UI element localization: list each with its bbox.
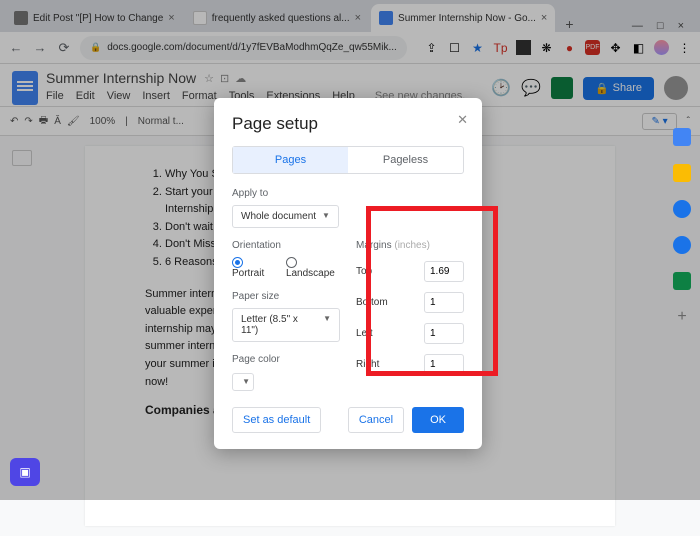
margin-left-input[interactable] xyxy=(424,323,464,344)
page-color-label: Page color xyxy=(232,354,340,365)
contacts-icon[interactable] xyxy=(673,236,691,254)
apply-to-select[interactable]: Whole document ▼ xyxy=(232,205,339,228)
tasks-icon[interactable] xyxy=(673,200,691,218)
calendar-icon[interactable] xyxy=(673,128,691,146)
maps-icon[interactable] xyxy=(673,272,691,290)
side-panel: + xyxy=(668,128,696,326)
tab-pages[interactable]: Pages xyxy=(233,147,348,173)
chevron-down-icon: ▼ xyxy=(242,377,250,386)
margin-bottom-label: Bottom xyxy=(356,297,388,308)
page-color-select[interactable]: ▼ xyxy=(232,373,254,391)
margin-bottom-input[interactable] xyxy=(424,292,464,313)
margin-top-label: Top xyxy=(356,266,372,277)
meet-fab-icon[interactable]: ▣ xyxy=(10,458,40,486)
orientation-landscape[interactable]: Landscape xyxy=(286,257,340,279)
cancel-button[interactable]: Cancel xyxy=(348,407,404,433)
orientation-portrait[interactable]: Portrait xyxy=(232,257,272,279)
margin-left-label: Left xyxy=(356,328,373,339)
margin-top-input[interactable] xyxy=(424,261,464,282)
apply-to-label: Apply to xyxy=(232,188,464,199)
margin-right-label: Right xyxy=(356,359,379,370)
keep-icon[interactable] xyxy=(673,164,691,182)
dialog-title: Page setup xyxy=(232,114,464,134)
ok-button[interactable]: OK xyxy=(412,407,464,433)
paper-size-select[interactable]: Letter (8.5" x 11") ▼ xyxy=(232,308,340,342)
set-default-button[interactable]: Set as default xyxy=(232,407,321,433)
chevron-down-icon: ▼ xyxy=(323,314,331,336)
margins-label: Margins (inches) xyxy=(356,240,464,251)
add-addon-icon[interactable]: + xyxy=(677,308,686,326)
margin-right-input[interactable] xyxy=(424,354,464,375)
orientation-label: Orientation xyxy=(232,240,340,251)
chevron-down-icon: ▼ xyxy=(322,211,330,222)
close-icon[interactable]: ✕ xyxy=(457,112,468,128)
tab-pageless[interactable]: Pageless xyxy=(348,147,463,173)
page-setup-dialog: Page setup ✕ Pages Pageless Apply to Who… xyxy=(214,98,482,449)
paper-size-label: Paper size xyxy=(232,291,340,302)
